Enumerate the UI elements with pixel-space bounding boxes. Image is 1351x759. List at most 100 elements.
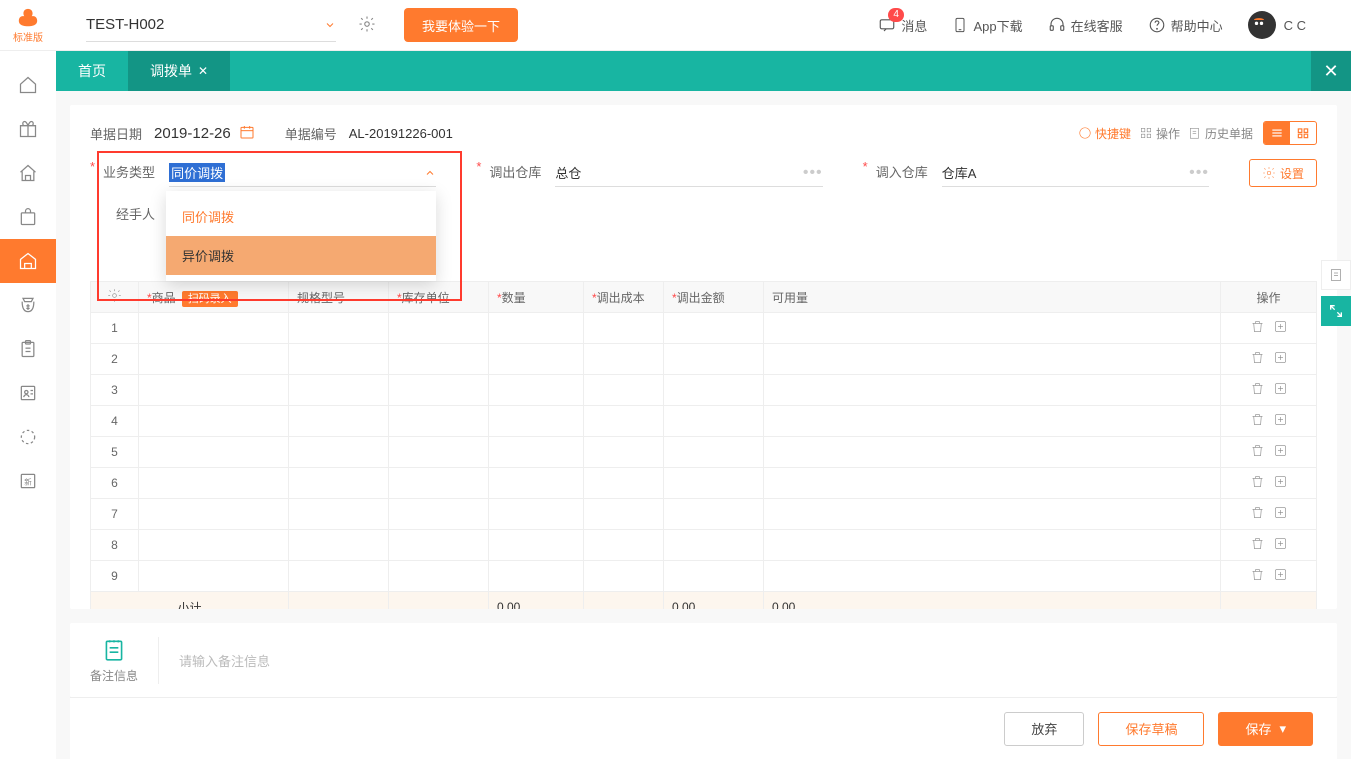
messages-button[interactable]: 4 消息 xyxy=(878,16,927,35)
view-list[interactable] xyxy=(1264,122,1290,144)
remark-input[interactable]: 请输入备注信息 xyxy=(179,651,1317,670)
table-row[interactable]: 1 xyxy=(91,313,1317,344)
table-row[interactable]: 3 xyxy=(91,375,1317,406)
doc-header: 单据日期 2019-12-26 单据编号 AL-20191226-001 快捷键… xyxy=(90,121,1317,145)
add-icon[interactable] xyxy=(1273,443,1288,458)
nav-warehouse[interactable] xyxy=(0,239,56,283)
col-avail: 可用量 xyxy=(764,282,1221,313)
table-row[interactable]: 9 xyxy=(91,561,1317,592)
delete-icon[interactable] xyxy=(1250,443,1265,458)
col-out-cost: *调出成本 xyxy=(584,282,664,313)
headset-icon xyxy=(1048,16,1066,34)
add-icon[interactable] xyxy=(1273,567,1288,582)
ops-button[interactable]: 操作 xyxy=(1139,125,1180,142)
chevron-up-icon xyxy=(424,167,436,179)
nav-circle[interactable] xyxy=(0,415,56,459)
dd-option-diff-price[interactable]: 异价调拨 xyxy=(166,236,436,275)
top-gear-icon[interactable] xyxy=(358,15,376,36)
delete-icon[interactable] xyxy=(1250,381,1265,396)
delete-icon[interactable] xyxy=(1250,536,1265,551)
phone-icon xyxy=(952,16,968,34)
col-product: *商品扫码录入 xyxy=(139,282,289,313)
delete-icon[interactable] xyxy=(1250,412,1265,427)
add-icon[interactable] xyxy=(1273,474,1288,489)
table-row[interactable]: 2 xyxy=(91,344,1317,375)
nav-money[interactable] xyxy=(0,283,56,327)
add-icon[interactable] xyxy=(1273,412,1288,427)
add-icon[interactable] xyxy=(1273,350,1288,365)
more-icon[interactable]: ••• xyxy=(1189,164,1209,182)
side-note-icon[interactable] xyxy=(1321,260,1351,290)
support-button[interactable]: 在线客服 xyxy=(1048,16,1123,35)
close-all-tabs[interactable]: ✕ xyxy=(1311,51,1351,91)
discard-button[interactable]: 放弃 xyxy=(1004,712,1084,746)
user-menu[interactable]: C C xyxy=(1248,11,1306,39)
delete-icon[interactable] xyxy=(1250,474,1265,489)
save-draft-button[interactable]: 保存草稿 xyxy=(1098,712,1204,746)
nav-home2[interactable] xyxy=(0,151,56,195)
tabstrip: 首页 调拨单✕ ✕ xyxy=(56,51,1351,91)
view-toggle xyxy=(1263,121,1317,145)
scan-button[interactable]: 扫码录入 xyxy=(182,291,238,307)
help-button[interactable]: 帮助中心 xyxy=(1148,16,1223,35)
history-button[interactable]: 历史单据 xyxy=(1188,125,1253,142)
table-row[interactable]: 8 xyxy=(91,530,1317,561)
save-button[interactable]: 保存▾ xyxy=(1218,712,1313,746)
col-unit: *库存单位 xyxy=(389,282,489,313)
note-icon xyxy=(101,637,127,663)
shortcut-button[interactable]: 快捷键 xyxy=(1078,125,1131,142)
avatar xyxy=(1248,11,1276,39)
nav-home[interactable] xyxy=(0,63,56,107)
remark-section: 备注信息 请输入备注信息 xyxy=(70,623,1337,697)
table-row[interactable]: 5 xyxy=(91,437,1317,468)
col-qty: *数量 xyxy=(489,282,584,313)
table-row[interactable]: 4 xyxy=(91,406,1317,437)
tab-home[interactable]: 首页 xyxy=(56,51,128,91)
app-download-button[interactable]: App下载 xyxy=(952,16,1022,35)
add-icon[interactable] xyxy=(1273,536,1288,551)
tab-transfer[interactable]: 调拨单✕ xyxy=(128,51,230,91)
chevron-down-icon xyxy=(324,19,336,31)
sidebar: 新 xyxy=(0,51,56,759)
add-icon[interactable] xyxy=(1273,319,1288,334)
col-gear[interactable] xyxy=(91,282,139,313)
add-icon[interactable] xyxy=(1273,505,1288,520)
chevron-down-icon: ▾ xyxy=(1279,721,1286,737)
in-warehouse-field[interactable]: *调入仓库 仓库A••• xyxy=(863,159,1209,187)
doc-date-label: 单据日期 xyxy=(90,124,142,143)
side-expand-icon[interactable] xyxy=(1321,296,1351,326)
table-row[interactable]: 6 xyxy=(91,468,1317,499)
delete-icon[interactable] xyxy=(1250,567,1265,582)
settings-button[interactable]: 设置 xyxy=(1249,159,1317,187)
logo: 标准版 xyxy=(0,0,56,50)
tenant-select[interactable]: TEST-H002 xyxy=(86,8,336,42)
add-icon[interactable] xyxy=(1273,381,1288,396)
items-table: *商品扫码录入 规格型号 *库存单位 *数量 *调出成本 *调出金额 可用量 操… xyxy=(90,281,1317,609)
doc-no-value: AL-20191226-001 xyxy=(349,126,453,141)
nav-clipboard[interactable] xyxy=(0,327,56,371)
delete-icon[interactable] xyxy=(1250,350,1265,365)
help-icon xyxy=(1148,16,1166,34)
table-row[interactable]: 7 xyxy=(91,499,1317,530)
tab-close-icon[interactable]: ✕ xyxy=(198,64,208,78)
nav-gift[interactable] xyxy=(0,107,56,151)
form-row-1: *业务类型 同价调拨 同价调拨 异价调拨 xyxy=(90,159,1317,187)
out-warehouse-field[interactable]: *调出仓库 总仓••• xyxy=(476,159,822,187)
nav-bag[interactable] xyxy=(0,195,56,239)
nav-contact[interactable] xyxy=(0,371,56,415)
doc-no-label: 单据编号 xyxy=(285,124,337,143)
calendar-icon[interactable] xyxy=(239,124,255,143)
delete-icon[interactable] xyxy=(1250,319,1265,334)
col-out-amt: *调出金额 xyxy=(664,282,764,313)
more-icon[interactable]: ••• xyxy=(803,164,823,182)
doc-date-value[interactable]: 2019-12-26 xyxy=(154,125,231,142)
biz-type-dropdown: 同价调拨 异价调拨 xyxy=(166,191,436,281)
dd-option-same-price[interactable]: 同价调拨 xyxy=(166,197,436,236)
trial-button[interactable]: 我要体验一下 xyxy=(404,8,518,42)
biz-type-field[interactable]: *业务类型 同价调拨 同价调拨 异价调拨 xyxy=(90,159,436,187)
view-grid[interactable] xyxy=(1290,122,1316,144)
nav-new[interactable]: 新 xyxy=(0,459,56,503)
gear-icon xyxy=(107,288,122,303)
topbar: 标准版 TEST-H002 我要体验一下 4 消息 App下载 在线客服 帮助中… xyxy=(0,0,1351,51)
delete-icon[interactable] xyxy=(1250,505,1265,520)
